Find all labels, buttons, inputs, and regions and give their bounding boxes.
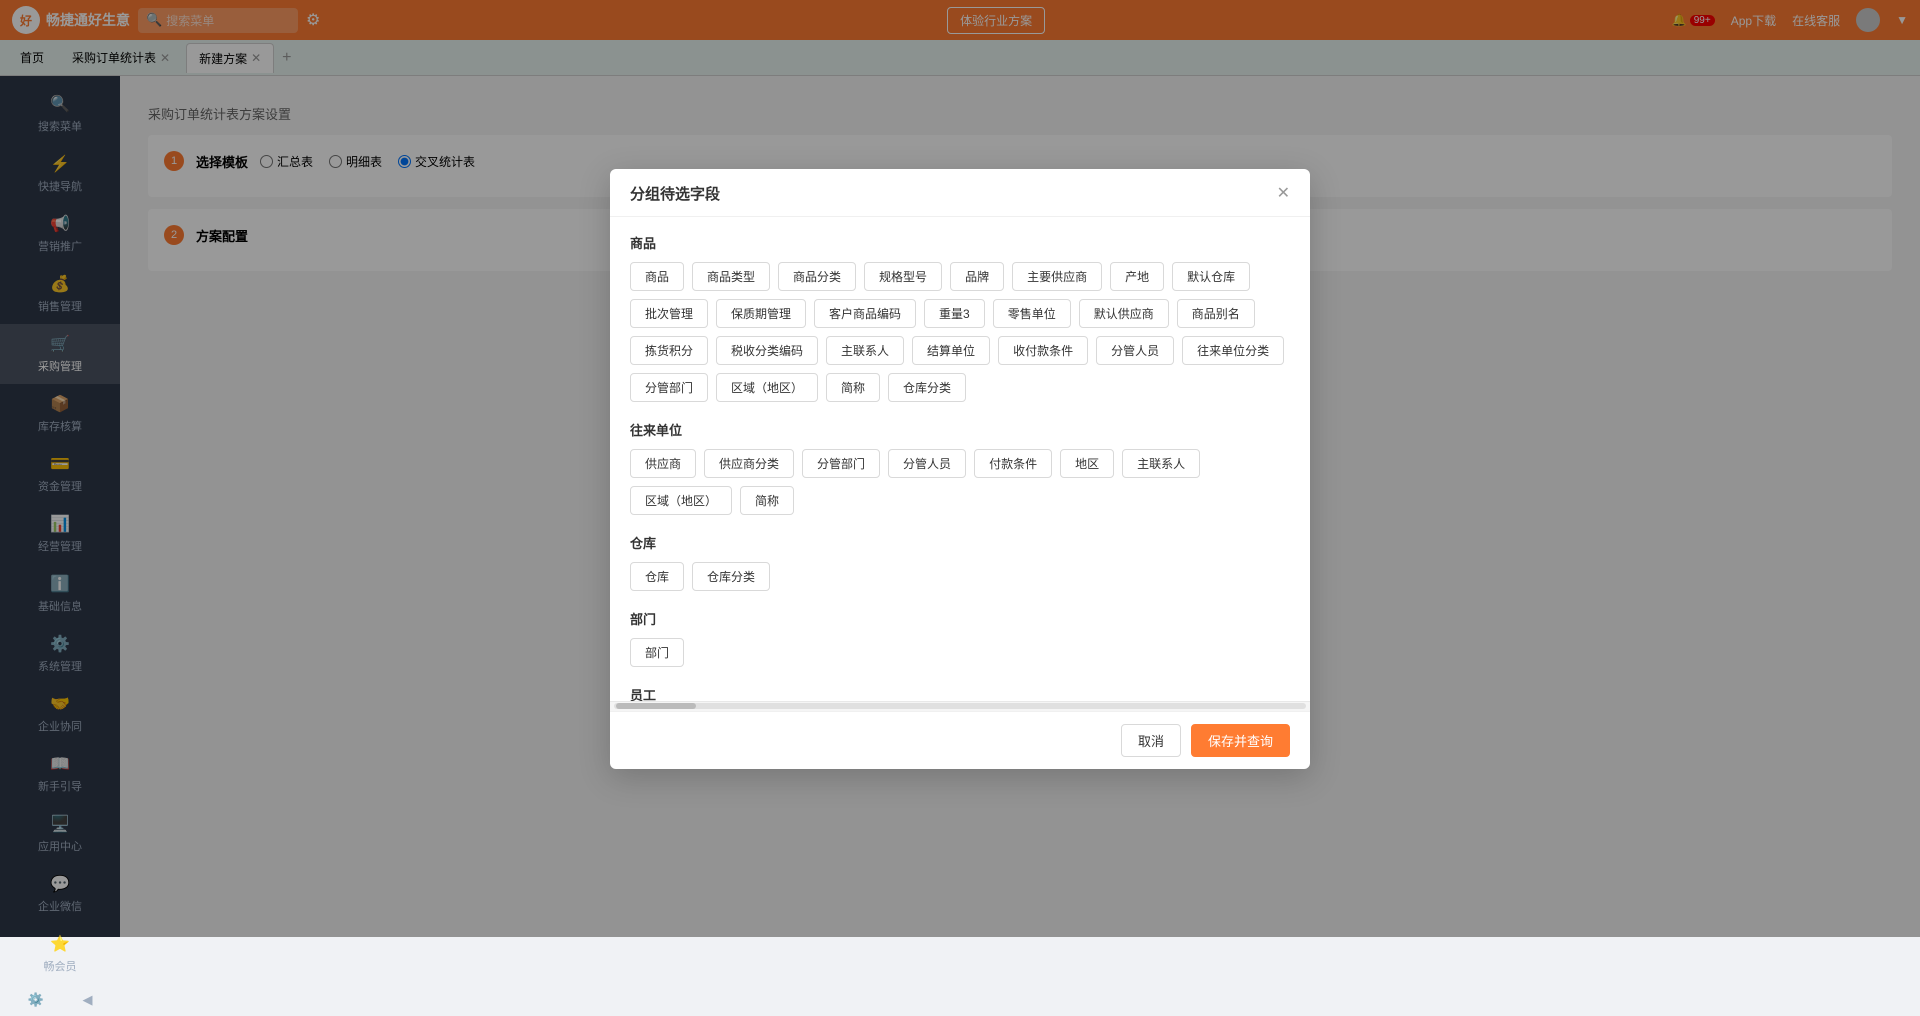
field-tag-主联系人[interactable]: 主联系人 (1122, 449, 1200, 478)
field-tag-主要供应商[interactable]: 主要供应商 (1012, 262, 1102, 291)
collapse-icon[interactable]: ◀ (83, 992, 93, 1008)
field-tag-商品[interactable]: 商品 (630, 262, 684, 291)
field-tags-warehouse: 仓库仓库分类 (630, 562, 1290, 591)
field-tags-product: 商品商品类型商品分类规格型号品牌主要供应商产地默认仓库批次管理保质期管理客户商品… (630, 262, 1290, 402)
field-tags-partner: 供应商供应商分类分管部门分管人员付款条件地区主联系人区域（地区） 简称 (630, 449, 1290, 515)
member-icon: ⭐ (50, 934, 70, 954)
field-tag-供应商[interactable]: 供应商 (630, 449, 696, 478)
field-tag-税收分类编码[interactable]: 税收分类编码 (716, 336, 818, 365)
modal-horizontal-scroll[interactable] (610, 701, 1310, 710)
modal-title: 分组待选字段 (630, 183, 720, 204)
field-tag-重量3[interactable]: 重量3 (924, 299, 985, 328)
modal-cancel-button[interactable]: 取消 (1121, 724, 1181, 757)
section-title-product: 商品 (630, 233, 1290, 252)
modal-header: 分组待选字段 ✕ (610, 169, 1310, 217)
field-tag-付款条件[interactable]: 付款条件 (974, 449, 1052, 478)
field-tags-department: 部门 (630, 638, 1290, 667)
field-tag-零售单位[interactable]: 零售单位 (993, 299, 1071, 328)
field-tag-分管部门[interactable]: 分管部门 (802, 449, 880, 478)
field-tag-部门[interactable]: 部门 (630, 638, 684, 667)
field-tag-默认供应商[interactable]: 默认供应商 (1079, 299, 1169, 328)
field-tag-仓库分类[interactable]: 仓库分类 (692, 562, 770, 591)
field-tag-区域（地区）[interactable]: 区域（地区） (630, 486, 732, 515)
section-title-partner: 往来单位 (630, 420, 1290, 439)
section-warehouse: 仓库仓库仓库分类 (630, 533, 1290, 591)
section-title-employee: 员工 (630, 685, 1290, 702)
field-tag-简称[interactable]: 简称 (826, 373, 880, 402)
section-department: 部门部门 (630, 609, 1290, 667)
field-tag-默认仓库[interactable]: 默认仓库 (1172, 262, 1250, 291)
field-tag-产地[interactable]: 产地 (1110, 262, 1164, 291)
group-field-modal: 分组待选字段 ✕ 商品商品商品类型商品分类规格型号品牌主要供应商产地默认仓库批次… (610, 169, 1310, 769)
field-tag-结算单位[interactable]: 结算单位 (912, 336, 990, 365)
field-tag-地区[interactable]: 地区 (1060, 449, 1114, 478)
section-title-department: 部门 (630, 609, 1290, 628)
field-tag-保质期管理[interactable]: 保质期管理 (716, 299, 806, 328)
field-tag-规格型号[interactable]: 规格型号 (864, 262, 942, 291)
sidebar-member-label: 畅会员 (44, 958, 77, 974)
modal-close-button[interactable]: ✕ (1277, 183, 1290, 203)
section-partner: 往来单位供应商供应商分类分管部门分管人员付款条件地区主联系人区域（地区） 简称 (630, 420, 1290, 515)
section-product: 商品商品商品类型商品分类规格型号品牌主要供应商产地默认仓库批次管理保质期管理客户… (630, 233, 1290, 402)
field-tag-区域（地区）[interactable]: 区域（地区） (716, 373, 818, 402)
field-tag-批次管理[interactable]: 批次管理 (630, 299, 708, 328)
sidebar-bottom: ⚙️ ◀ (0, 984, 120, 1016)
field-tag-商品分类[interactable]: 商品分类 (778, 262, 856, 291)
field-tag-简称[interactable]: 简称 (740, 486, 794, 515)
field-tag-分管人员[interactable]: 分管人员 (1096, 336, 1174, 365)
modal-footer: 取消 保存并查询 (610, 711, 1310, 769)
field-tag-仓库分类[interactable]: 仓库分类 (888, 373, 966, 402)
field-tag-商品类型[interactable]: 商品类型 (692, 262, 770, 291)
field-tag-主联系人[interactable]: 主联系人 (826, 336, 904, 365)
field-tag-供应商分类[interactable]: 供应商分类 (704, 449, 794, 478)
field-tag-客户商品编码[interactable]: 客户商品编码 (814, 299, 916, 328)
field-tag-仓库[interactable]: 仓库 (630, 562, 684, 591)
modal-save-button[interactable]: 保存并查询 (1191, 724, 1290, 757)
field-tag-拣货积分[interactable]: 拣货积分 (630, 336, 708, 365)
field-tag-往来单位分类[interactable]: 往来单位分类 (1182, 336, 1284, 365)
field-tag-收付款条件[interactable]: 收付款条件 (998, 336, 1088, 365)
settings-bottom-icon[interactable]: ⚙️ (27, 992, 43, 1008)
section-employee: 员工业务员 (630, 685, 1290, 702)
modal-body: 商品商品商品类型商品分类规格型号品牌主要供应商产地默认仓库批次管理保质期管理客户… (610, 217, 1310, 702)
field-tag-品牌[interactable]: 品牌 (950, 262, 1004, 291)
field-tag-分管人员[interactable]: 分管人员 (888, 449, 966, 478)
field-tag-分管部门[interactable]: 分管部门 (630, 373, 708, 402)
field-tag-商品别名[interactable]: 商品别名 (1177, 299, 1255, 328)
section-title-warehouse: 仓库 (630, 533, 1290, 552)
